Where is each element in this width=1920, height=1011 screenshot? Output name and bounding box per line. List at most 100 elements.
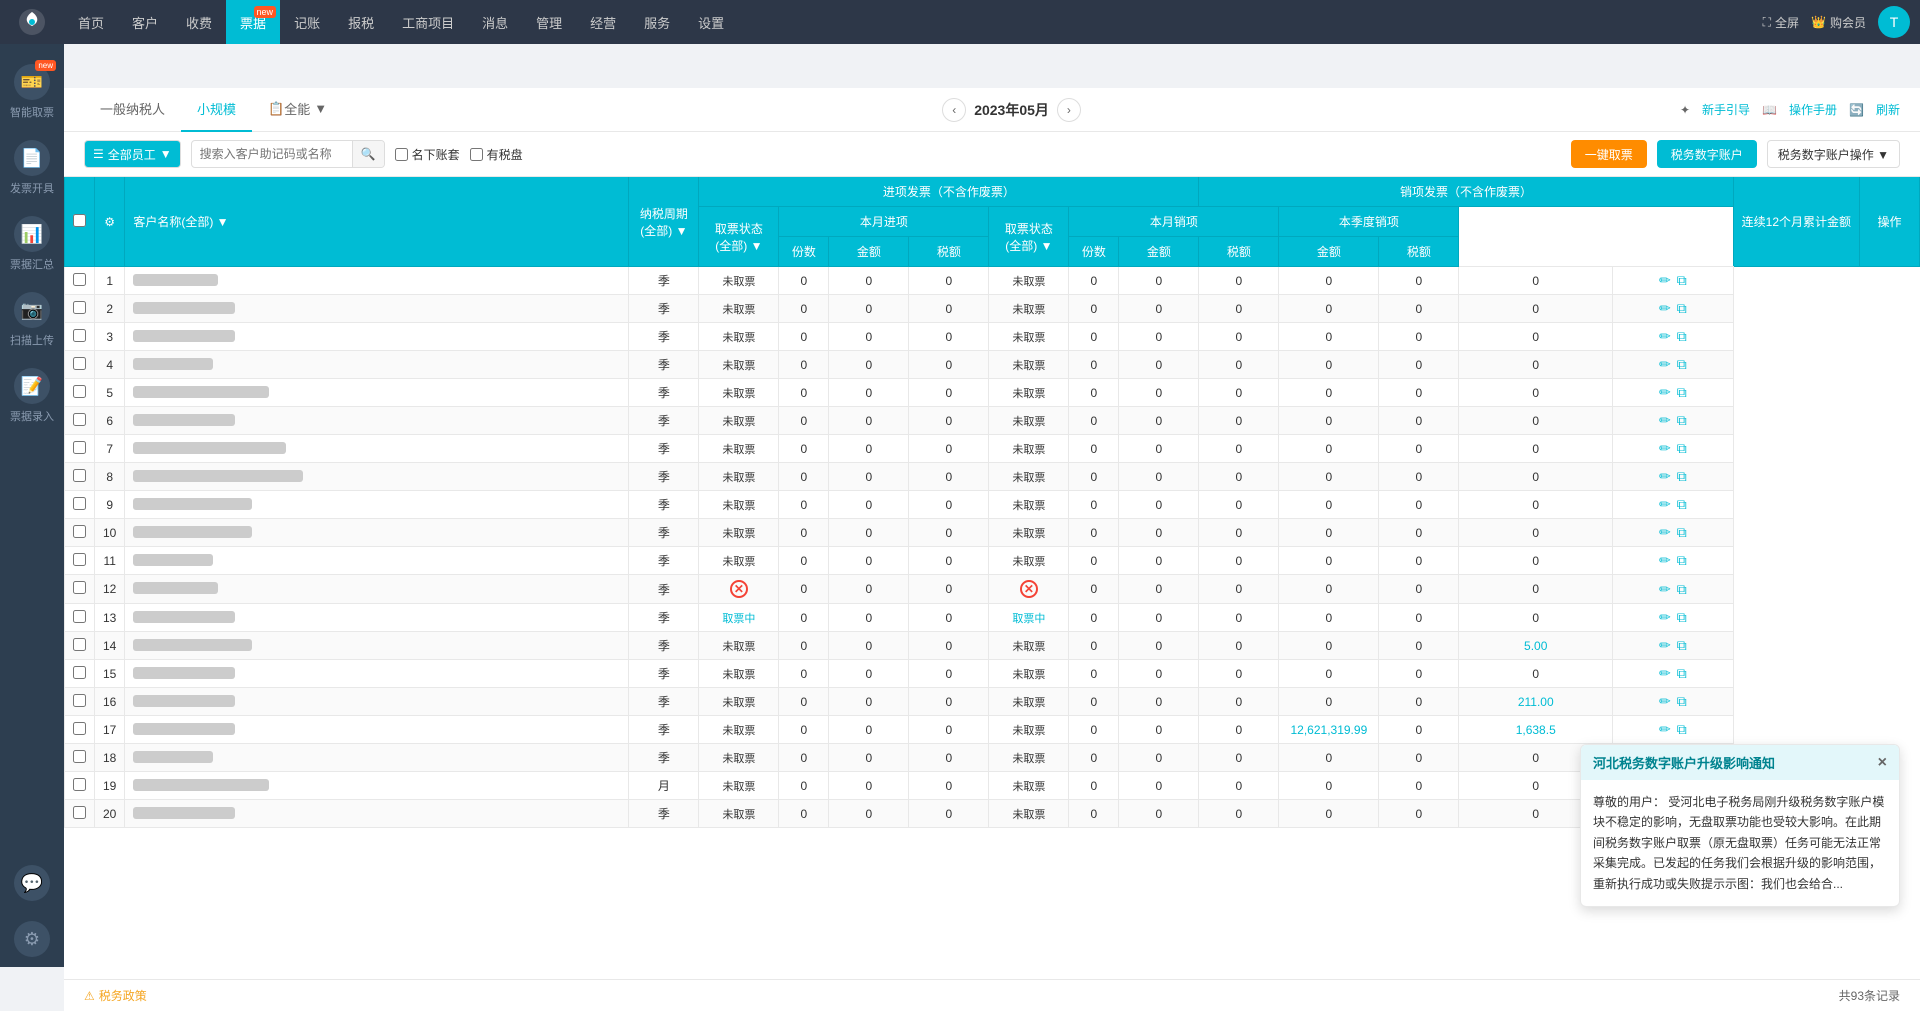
one-click-fetch-button[interactable]: 一键取票 <box>1571 140 1647 168</box>
tax-policy-link[interactable]: ⚠ 税务政策 <box>84 987 147 1004</box>
nav-operation[interactable]: 经营 <box>576 0 630 44</box>
employee-select[interactable]: ☰ 全部员工 ▼ <box>84 140 181 168</box>
edit-icon[interactable]: ✏ <box>1659 272 1671 289</box>
edit-icon[interactable]: ✏ <box>1659 384 1671 401</box>
edit-icon[interactable]: ✏ <box>1659 552 1671 569</box>
copy-icon[interactable]: ⧉ <box>1677 693 1687 710</box>
copy-icon[interactable]: ⧉ <box>1677 581 1687 598</box>
account-checkbox[interactable] <box>395 148 408 161</box>
search-input[interactable] <box>192 147 352 161</box>
copy-icon[interactable]: ⧉ <box>1677 468 1687 485</box>
row-checkbox[interactable] <box>73 806 86 819</box>
edit-icon[interactable]: ✏ <box>1659 721 1671 738</box>
nav-settings[interactable]: 设置 <box>684 0 738 44</box>
tab-general[interactable]: 一般纳税人 <box>84 88 181 132</box>
copy-icon[interactable]: ⧉ <box>1677 300 1687 317</box>
sidebar-item-open[interactable]: 📄 发票开具 <box>0 130 64 206</box>
next-period-button[interactable]: › <box>1057 98 1081 122</box>
col-out-status[interactable]: 取票状态(全部) ▼ <box>989 207 1069 267</box>
row-checkbox[interactable] <box>73 385 86 398</box>
prev-period-button[interactable]: ‹ <box>942 98 966 122</box>
sidebar-item-msg[interactable]: 💬 <box>0 855 64 911</box>
edit-icon[interactable]: ✏ <box>1659 300 1671 317</box>
edit-icon[interactable]: ✏ <box>1659 496 1671 513</box>
row-checkbox[interactable] <box>73 750 86 763</box>
copy-icon[interactable]: ⧉ <box>1677 440 1687 457</box>
copy-icon[interactable]: ⧉ <box>1677 272 1687 289</box>
cumulative-link[interactable]: 5.00 <box>1524 639 1547 653</box>
sidebar-item-summary[interactable]: 📊 票据汇总 <box>0 206 64 282</box>
search-button[interactable]: 🔍 <box>352 141 384 167</box>
notification-close-button[interactable]: × <box>1878 754 1887 772</box>
sidebar-item-entry[interactable]: 📝 票据录入 <box>0 358 64 434</box>
sidebar-item-fetch[interactable]: new 🎫 智能取票 <box>0 54 64 130</box>
row-checkbox[interactable] <box>73 301 86 314</box>
nav-customer[interactable]: 客户 <box>118 0 172 44</box>
app-logo[interactable] <box>10 0 54 44</box>
digital-account-button[interactable]: 税务数字账户 <box>1657 140 1757 168</box>
edit-icon[interactable]: ✏ <box>1659 637 1671 654</box>
edit-icon[interactable]: ✏ <box>1659 693 1671 710</box>
cumulative-link[interactable]: 211.00 <box>1518 695 1554 709</box>
copy-icon[interactable]: ⧉ <box>1677 412 1687 429</box>
edit-icon[interactable]: ✏ <box>1659 468 1671 485</box>
row-checkbox[interactable] <box>73 357 86 370</box>
copy-icon[interactable]: ⧉ <box>1677 721 1687 738</box>
row-checkbox[interactable] <box>73 778 86 791</box>
digital-account-op-button[interactable]: 税务数字账户操作 ▼ <box>1767 140 1900 168</box>
nav-manage[interactable]: 管理 <box>522 0 576 44</box>
row-checkbox[interactable] <box>73 413 86 426</box>
member-button[interactable]: 👑 购会员 <box>1811 14 1866 31</box>
row-checkbox[interactable] <box>73 694 86 707</box>
row-checkbox[interactable] <box>73 638 86 651</box>
edit-icon[interactable]: ✏ <box>1659 412 1671 429</box>
edit-icon[interactable]: ✏ <box>1659 440 1671 457</box>
fullscreen-button[interactable]: ⛶ 全屏 <box>1763 14 1799 31</box>
manual-link[interactable]: 操作手册 <box>1789 101 1837 118</box>
select-all-checkbox[interactable] <box>73 214 86 227</box>
quarter-amount-link[interactable]: 12,621,319.99 <box>1291 723 1368 737</box>
copy-icon[interactable]: ⧉ <box>1677 637 1687 654</box>
cumulative-link[interactable]: 1,638.5 <box>1516 723 1556 737</box>
row-checkbox[interactable] <box>73 525 86 538</box>
edit-icon[interactable]: ✏ <box>1659 524 1671 541</box>
edit-icon[interactable]: ✏ <box>1659 609 1671 626</box>
row-checkbox[interactable] <box>73 666 86 679</box>
edit-icon[interactable]: ✏ <box>1659 356 1671 373</box>
refresh-link[interactable]: 刷新 <box>1876 101 1900 118</box>
nav-business[interactable]: 工商项目 <box>388 0 468 44</box>
copy-icon[interactable]: ⧉ <box>1677 552 1687 569</box>
nav-home[interactable]: 首页 <box>64 0 118 44</box>
row-checkbox[interactable] <box>73 441 86 454</box>
row-checkbox[interactable] <box>73 329 86 342</box>
new-guide-link[interactable]: 新手引导 <box>1702 101 1750 118</box>
row-checkbox[interactable] <box>73 610 86 623</box>
nav-invoice[interactable]: 票据 new <box>226 0 280 44</box>
copy-icon[interactable]: ⧉ <box>1677 356 1687 373</box>
copy-icon[interactable]: ⧉ <box>1677 609 1687 626</box>
col-in-status[interactable]: 取票状态(全部) ▼ <box>699 207 779 267</box>
copy-icon[interactable]: ⧉ <box>1677 384 1687 401</box>
edit-icon[interactable]: ✏ <box>1659 665 1671 682</box>
settings-icon[interactable]: ⚙ <box>104 215 115 229</box>
row-checkbox[interactable] <box>73 469 86 482</box>
taxdisk-checkbox[interactable] <box>470 148 483 161</box>
copy-icon[interactable]: ⧉ <box>1677 496 1687 513</box>
sidebar-item-config[interactable]: ⚙ <box>0 911 64 967</box>
nav-message[interactable]: 消息 <box>468 0 522 44</box>
nav-accounting[interactable]: 记账 <box>280 0 334 44</box>
nav-service[interactable]: 服务 <box>630 0 684 44</box>
edit-icon[interactable]: ✏ <box>1659 581 1671 598</box>
col-period[interactable]: 纳税周期(全部) ▼ <box>629 177 699 267</box>
row-checkbox[interactable] <box>73 497 86 510</box>
tab-small[interactable]: 小规模 <box>181 88 252 132</box>
copy-icon[interactable]: ⧉ <box>1677 665 1687 682</box>
nav-fee[interactable]: 收费 <box>172 0 226 44</box>
checkbox-account[interactable]: 名下账套 <box>395 146 460 163</box>
checkbox-taxdisk[interactable]: 有税盘 <box>470 146 523 163</box>
sidebar-item-scan[interactable]: 📷 扫描上传 <box>0 282 64 358</box>
row-checkbox[interactable] <box>73 273 86 286</box>
edit-icon[interactable]: ✏ <box>1659 328 1671 345</box>
col-customer-name[interactable]: 客户名称(全部) ▼ <box>125 177 629 267</box>
copy-icon[interactable]: ⧉ <box>1677 524 1687 541</box>
